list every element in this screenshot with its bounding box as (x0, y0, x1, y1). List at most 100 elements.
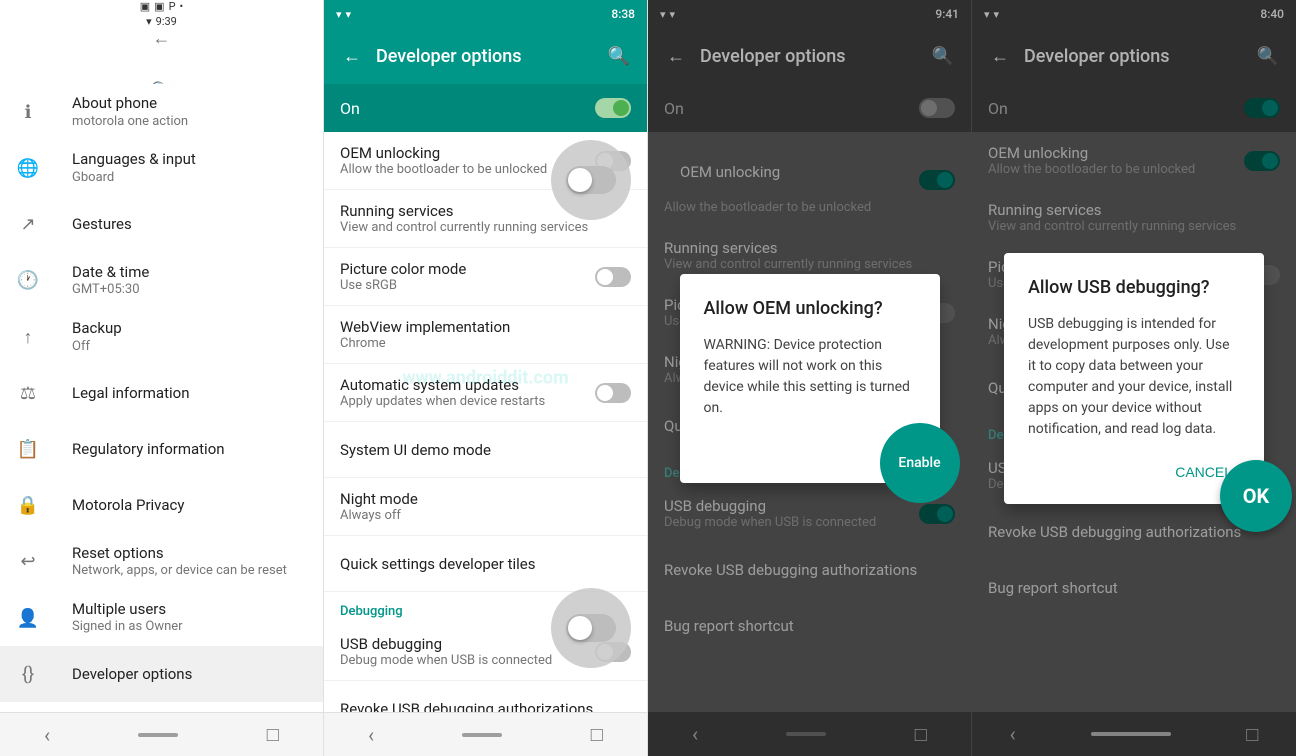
autoupdate-title: Automatic system updates (340, 376, 583, 394)
about-text: About phone motorola one action (72, 94, 307, 130)
regulatory-title: Regulatory information (72, 440, 307, 460)
oem-dialog-body: WARNING: Device protection features will… (704, 335, 916, 419)
settings-item-multiusers[interactable]: 👤 Multiple users Signed in as Owner (0, 590, 323, 646)
dev-item-uidemo[interactable]: System UI demo mode (324, 422, 647, 478)
status-icons-left: ▣ ▣ P • (140, 0, 183, 13)
settings-item-gestures[interactable]: ↗ Gestures (0, 197, 323, 253)
wifi-icon-m: ▾ (336, 8, 342, 21)
back-button-left[interactable]: ← (150, 28, 174, 49)
dialog-overlay-r2: Allow USB debugging? USB debugging is in… (972, 0, 1296, 756)
usbdebug-subtitle: Debug mode when USB is connected (340, 653, 583, 668)
settings-item-about[interactable]: ℹ About phone motorola one action (0, 84, 323, 140)
oem-title: OEM unlocking (340, 144, 583, 162)
settings-item-languages[interactable]: 🌐 Languages & input Gboard (0, 140, 323, 196)
oem-dialog: Allow OEM unlocking? WARNING: Device pro… (680, 274, 940, 483)
dev-item-autoupdate[interactable]: Automatic system updates Apply updates w… (324, 364, 647, 422)
back-nav-left[interactable]: ‹ (44, 723, 50, 747)
gestures-text: Gestures (72, 215, 307, 235)
oem-enable-circle[interactable]: Enable (880, 423, 960, 503)
webview-subtitle: Chrome (340, 336, 631, 351)
usb-dialog-title: Allow USB debugging? (1028, 277, 1240, 298)
motorola-title: Motorola Privacy (72, 496, 307, 516)
recents-nav-left[interactable]: □ (267, 722, 279, 747)
settings-item-reset[interactable]: ↩ Reset options Network, apps, or device… (0, 534, 323, 590)
picture-title: Picture color mode (340, 260, 583, 278)
reset-title: Reset options (72, 544, 307, 564)
usb-ok-btn[interactable]: OK (1220, 460, 1292, 532)
dev-item-quicktiles[interactable]: Quick settings developer tiles (324, 536, 647, 592)
dev-item-revokeusb[interactable]: Revoke USB debugging authorizations (324, 681, 647, 712)
enable-label: Enable (898, 455, 940, 471)
nav-bar-left: ‹ □ (0, 712, 323, 756)
gestures-title: Gestures (72, 215, 307, 235)
ok-label: OK (1243, 484, 1270, 508)
toolbar-left: ← System 🔍 ? (0, 28, 324, 84)
picture-text: Picture color mode Use sRGB (340, 260, 583, 293)
reset-subtitle: Network, apps, or device can be reset (72, 563, 307, 580)
toolbar-middle: ← Developer options 🔍 (324, 28, 647, 84)
recents-nav-middle[interactable]: □ (591, 722, 603, 747)
oem-dialog-title: Allow OEM unlocking? (704, 298, 916, 319)
webview-text: WebView implementation Chrome (340, 318, 631, 351)
search-button-middle[interactable]: 🔍 (607, 44, 631, 68)
datetime-text: Date & time GMT+05:30 (72, 263, 307, 299)
dev-on-toggle[interactable] (595, 98, 631, 118)
backup-icon: ↑ (16, 325, 40, 349)
backup-title: Backup (72, 319, 307, 339)
dev-on-label: On (340, 99, 595, 118)
reset-icon: ↩ (16, 550, 40, 574)
dev-item-webview[interactable]: WebView implementation Chrome (324, 306, 647, 364)
uidemo-title: System UI demo mode (340, 441, 631, 459)
motorola-icon: 🔒 (16, 494, 40, 518)
settings-item-backup[interactable]: ↑ Backup Off (0, 309, 323, 365)
devopt-title: Developer options (72, 665, 307, 685)
toolbar-title-middle: Developer options (376, 46, 595, 67)
settings-item-legal[interactable]: ⚖ Legal information (0, 366, 323, 422)
autoupdate-toggle[interactable] (595, 383, 631, 403)
dev-item-picture[interactable]: Picture color mode Use sRGB (324, 248, 647, 306)
languages-icon: 🌐 (16, 157, 40, 181)
nightmode-title: Night mode (340, 490, 631, 508)
datetime-icon: 🕐 (16, 269, 40, 293)
revokeusb-title: Revoke USB debugging authorizations (340, 700, 631, 713)
right-panel-1: ▾ ▾ 9:41 ← Developer options 🔍 On OEM un… (648, 0, 972, 756)
status-right-left: ▾ 9:39 (146, 15, 177, 28)
languages-title: Languages & input (72, 150, 307, 170)
settings-item-devopt[interactable]: {} Developer options (0, 646, 323, 702)
motorola-text: Motorola Privacy (72, 496, 307, 516)
settings-item-datetime[interactable]: 🕐 Date & time GMT+05:30 (0, 253, 323, 309)
dev-on-row[interactable]: On (324, 84, 647, 132)
settings-item-regulatory[interactable]: 📋 Regulatory information (0, 422, 323, 478)
legal-text: Legal information (72, 384, 307, 404)
usb-dialog: Allow USB debugging? USB debugging is in… (1004, 253, 1264, 504)
time-left: 9:39 (156, 15, 177, 28)
regulatory-text: Regulatory information (72, 440, 307, 460)
system-settings-panel: ▣ ▣ P • ▾ 9:39 ← System 🔍 ? ℹ About phon… (0, 0, 324, 756)
about-title: About phone (72, 94, 307, 114)
settings-list: ℹ About phone motorola one action 🌐 Lang… (0, 84, 323, 712)
status-left-middle: ▾ ▾ (336, 8, 351, 21)
back-nav-middle[interactable]: ‹ (368, 723, 374, 747)
quicktiles-title: Quick settings developer tiles (340, 555, 631, 573)
dot-icon: • (180, 0, 184, 13)
autoupdate-text: Automatic system updates Apply updates w… (340, 376, 583, 409)
home-indicator-middle (462, 733, 502, 737)
settings-item-sysupdates[interactable]: 📱 System updates Updated to Android 9 (0, 702, 323, 712)
running-subtitle: View and control currently running servi… (340, 220, 631, 235)
time-middle: 8:38 (611, 7, 635, 21)
dialog-overlay-r1: Allow OEM unlocking? WARNING: Device pro… (648, 0, 971, 756)
home-indicator-left (138, 733, 178, 737)
nav-bar-middle: ‹ □ (324, 712, 647, 756)
usbdebug-text: USB debugging Debug mode when USB is con… (340, 635, 583, 668)
settings-item-motorola[interactable]: 🔒 Motorola Privacy (0, 478, 323, 534)
reset-text: Reset options Network, apps, or device c… (72, 544, 307, 580)
dev-item-nightmode[interactable]: Night mode Always off (324, 478, 647, 536)
large-oem-toggle[interactable] (566, 166, 616, 194)
usb-dialog-body: USB debugging is intended for developmen… (1028, 314, 1240, 440)
wifi-icon: ▾ (146, 15, 152, 28)
back-button-middle[interactable]: ← (340, 44, 364, 68)
large-usb-toggle[interactable] (566, 614, 616, 642)
multiusers-subtitle: Signed in as Owner (72, 619, 307, 636)
regulatory-icon: 📋 (16, 438, 40, 462)
picture-toggle[interactable] (595, 267, 631, 287)
